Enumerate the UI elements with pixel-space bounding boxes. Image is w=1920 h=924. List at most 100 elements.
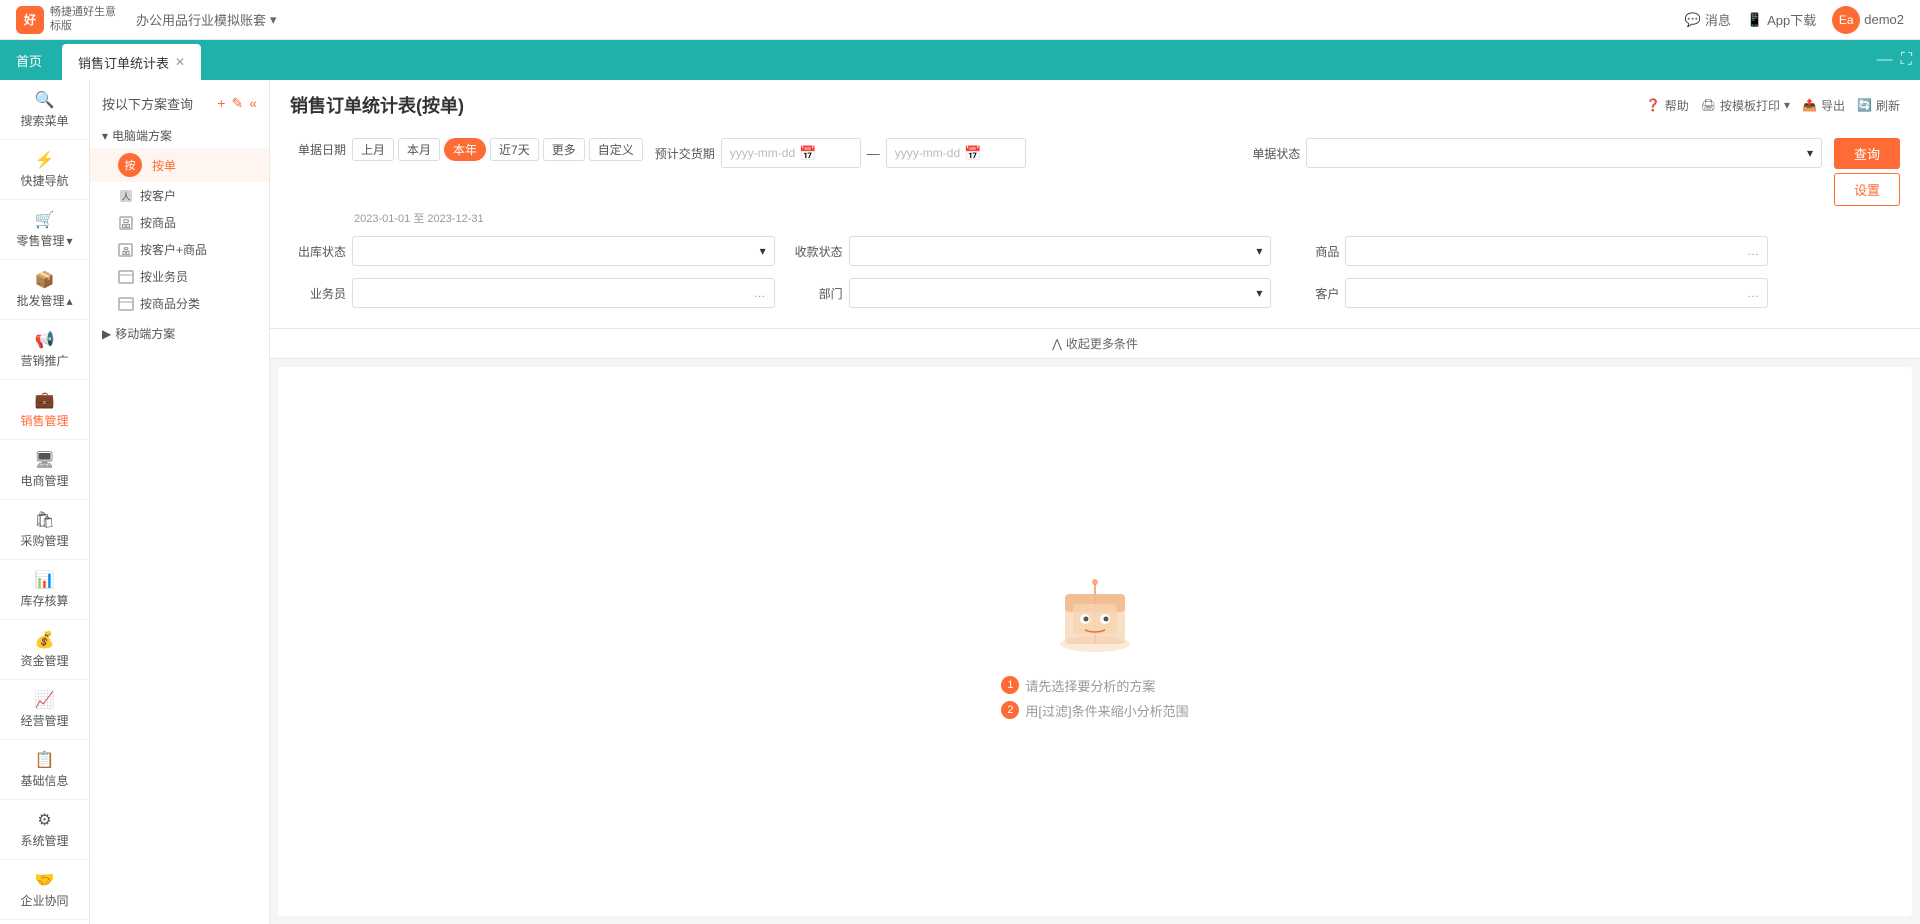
scheme-item-by-product[interactable]: 品 按商品 — [90, 209, 269, 236]
minimize-icon[interactable]: — — [1877, 51, 1893, 69]
chart-icon: 📊 — [35, 570, 55, 590]
product-more-icon[interactable]: … — [1747, 244, 1759, 258]
top-bar: 好 畅捷通好生意 标版 办公用品行业模拟账套 ▾ 💬 消息 📱 App下载 Ea… — [0, 0, 1920, 40]
expected-date-end[interactable]: yyyy-mm-dd 📅 — [886, 138, 1026, 168]
page-actions: ❓ 帮助 🖨 按模板打印 ▾ 📤 导出 🔄 — [1646, 97, 1900, 114]
sidebar-item-quick-nav[interactable]: ⚡ 快捷导航 — [0, 140, 89, 200]
sidebar-item-inventory[interactable]: 📊 库存核算 — [0, 560, 89, 620]
scheme-section-pc: ▾ 电脑端方案 按 按单 人 按客户 品 按商品 — [90, 119, 269, 321]
customer-label: 客户 — [1283, 285, 1339, 302]
trending-icon: 📈 — [35, 690, 55, 710]
chevron-down-icon: ▾ — [270, 12, 277, 28]
filter-area: 单据日期 上月 本月 本年 近7天 更多 自定义 — [270, 126, 1920, 328]
chevron-down-icon: ▾ — [1784, 98, 1790, 112]
shipment-status-select[interactable]: ▾ — [352, 236, 775, 266]
help-icon: ❓ — [1646, 98, 1661, 112]
sidebar-item-sales-mgmt[interactable]: 💼 销售管理 — [0, 380, 89, 440]
sidebar-item-sys-mgmt[interactable]: ⚙ 系统管理 — [0, 800, 89, 860]
order-status-select[interactable]: ▾ — [1306, 138, 1822, 168]
refresh-btn[interactable]: 🔄 刷新 — [1857, 97, 1900, 114]
customer-select[interactable]: … — [1345, 278, 1768, 308]
hint-num-2: 2 — [1001, 701, 1019, 719]
print-btn[interactable]: 🖨 按模板打印 ▾ — [1701, 97, 1790, 114]
chevron-icon: ▾ — [66, 234, 72, 248]
date-btn-last-month[interactable]: 上月 — [352, 138, 394, 161]
clipboard-icon: 📋 — [35, 750, 55, 770]
receipt-status-select[interactable]: ▾ — [849, 236, 1272, 266]
sidebar-item-marketing[interactable]: 📢 营销推广 — [0, 320, 89, 380]
tab-home[interactable]: 首页 — [0, 40, 58, 80]
sidebar-item-search-menu[interactable]: 🔍 搜索菜单 — [0, 80, 89, 140]
chevron-right-icon: ▶ — [102, 327, 111, 341]
svg-text:品: 品 — [121, 219, 130, 229]
hint-num-1: 1 — [1001, 676, 1019, 694]
sidebar-item-retail-mgmt[interactable]: 🛒 零售管理 ▾ — [0, 200, 89, 260]
avatar: Ea — [1832, 6, 1860, 34]
export-btn[interactable]: 📤 导出 — [1802, 97, 1845, 114]
user-area[interactable]: Ea demo2 — [1832, 6, 1904, 34]
collapse-btn[interactable]: ⋀ 收起更多条件 — [1052, 335, 1138, 352]
handshake-icon: 🤝 — [35, 870, 55, 890]
svg-text:品: 品 — [122, 247, 130, 256]
search-btn[interactable]: 查询 — [1834, 138, 1900, 169]
scheme-item-by-salesperson[interactable]: 按业务员 — [90, 263, 269, 290]
sidebar-item-purchase-mgmt[interactable]: 🛍 采购管理 — [0, 500, 89, 560]
date-btn-this-year[interactable]: 本年 — [444, 138, 486, 161]
date-btn-this-month[interactable]: 本月 — [398, 138, 440, 161]
product-select[interactable]: … — [1345, 236, 1768, 266]
by-customer-icon: 人 — [118, 188, 134, 204]
money-icon: 💰 — [35, 630, 55, 650]
lightning-icon: ⚡ — [35, 150, 55, 170]
scheme-item-by-product-category[interactable]: 按商品分类 — [90, 290, 269, 317]
expected-date-label: 预计交货期 — [655, 145, 715, 162]
scheme-group-pc[interactable]: ▾ 电脑端方案 — [90, 123, 269, 148]
tab-sales-order-stats[interactable]: 销售订单统计表 ✕ — [62, 44, 201, 80]
sidebar-item-operations-mgmt[interactable]: 📈 经营管理 — [0, 680, 89, 740]
sidebar-item-enterprise-collab[interactable]: 🤝 企业协同 — [0, 860, 89, 920]
by-product-category-icon — [118, 296, 134, 312]
scheme-item-by-customer-product[interactable]: 品 按客户+商品 — [90, 236, 269, 263]
right-content: 销售订单统计表(按单) ❓ 帮助 🖨 按模板打印 ▾ 📤 — [270, 80, 1920, 924]
salesperson-select[interactable]: … — [352, 278, 775, 308]
message-btn[interactable]: 💬 消息 — [1685, 10, 1731, 29]
sidebar-item-ecom-mgmt[interactable]: 🖥 电商管理 — [0, 440, 89, 500]
sidebar-item-wholesale-mgmt[interactable]: 📦 批发管理 ▴ — [0, 260, 89, 320]
shipment-status-label: 出库状态 — [290, 243, 346, 260]
date-btn-last-7-days[interactable]: 近7天 — [490, 138, 539, 161]
scheme-group-mobile[interactable]: ▶ 移动端方案 — [90, 321, 269, 346]
collapse-up-icon: ⋀ — [1052, 337, 1062, 351]
collapse-panel-btn[interactable]: « — [249, 95, 257, 112]
hint-item-2: 2 用[过滤]条件来缩小分析范围 — [1001, 701, 1188, 720]
chevron-down-icon: ▾ — [102, 129, 108, 143]
salesperson-more-icon[interactable]: … — [754, 286, 766, 300]
sidebar-item-new-user-guide[interactable]: 🌟 新手引导 — [0, 920, 89, 924]
action-buttons: 查询 设置 — [1834, 138, 1900, 206]
scheme-item-by-customer[interactable]: 人 按客户 — [90, 182, 269, 209]
content-area: 按以下方案查询 + ✎ « ▾ 电脑端方案 按 按单 人 — [90, 80, 1920, 924]
setting-btn[interactable]: 设置 — [1834, 173, 1900, 206]
maximize-icon[interactable]: ⛶ — [1901, 51, 1912, 69]
cart-icon: 🛒 — [35, 210, 55, 230]
tab-close-icon[interactable]: ✕ — [175, 55, 185, 69]
page-header: 销售订单统计表(按单) ❓ 帮助 🖨 按模板打印 ▾ 📤 — [270, 80, 1920, 126]
app-download-btn[interactable]: 📱 App下载 — [1747, 10, 1816, 29]
order-status-label: 单据状态 — [1244, 145, 1300, 162]
date-btn-custom[interactable]: 自定义 — [589, 138, 643, 161]
department-select[interactable]: ▾ — [849, 278, 1272, 308]
scheme-item-by-order[interactable]: 按 按单 — [90, 148, 269, 182]
app-selector[interactable]: 办公用品行业模拟账套 ▾ — [136, 10, 277, 29]
expected-date-start[interactable]: yyyy-mm-dd 📅 — [721, 138, 861, 168]
date-btn-more[interactable]: 更多 — [543, 138, 585, 161]
customer-more-icon[interactable]: … — [1747, 286, 1759, 300]
sidebar-item-basic-info[interactable]: 📋 基础信息 — [0, 740, 89, 800]
sidebar-item-finance-mgmt[interactable]: 💰 资金管理 — [0, 620, 89, 680]
megaphone-icon: 📢 — [35, 330, 55, 350]
add-scheme-btn[interactable]: + — [217, 95, 225, 112]
edit-scheme-btn[interactable]: ✎ — [231, 95, 243, 112]
help-btn[interactable]: ❓ 帮助 — [1646, 97, 1689, 114]
message-icon: 💬 — [1685, 12, 1701, 28]
left-panel-header: 按以下方案查询 + ✎ « — [90, 88, 269, 119]
salesperson-label: 业务员 — [290, 285, 346, 302]
department-label: 部门 — [787, 285, 843, 302]
logo-area: 好 畅捷通好生意 标版 — [16, 6, 116, 34]
